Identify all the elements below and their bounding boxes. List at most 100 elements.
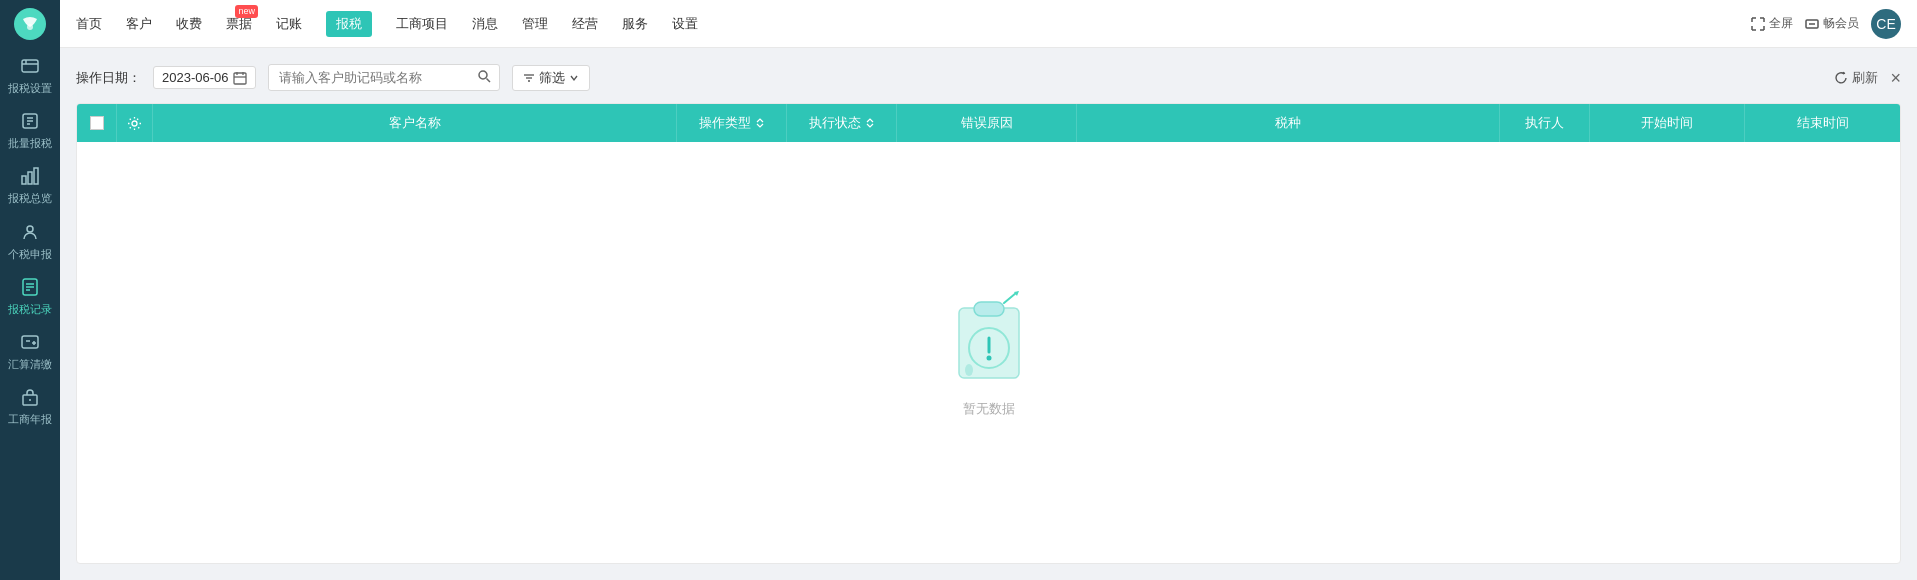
th-gear[interactable]: [117, 104, 153, 142]
svg-line-39: [1004, 293, 1016, 303]
header-checkbox[interactable]: [90, 116, 104, 130]
svg-point-0: [27, 24, 33, 30]
sidebar-item-geshui-shenbao[interactable]: 个税申报: [0, 214, 60, 269]
sidebar-item-label: 报税记录: [8, 303, 52, 316]
gear-icon: [127, 116, 142, 131]
svg-point-33: [132, 121, 137, 126]
sidebar-item-baoshui-jilu[interactable]: 报税记录: [0, 269, 60, 324]
th-start-label: 开始时间: [1641, 114, 1693, 132]
baoshui-zonlan-icon: [20, 166, 40, 189]
nav-baoshui[interactable]: 报税: [326, 11, 372, 37]
th-end-label: 结束时间: [1797, 114, 1849, 132]
sort-icon-2: [865, 118, 875, 128]
fullscreen-button[interactable]: 全屏: [1751, 15, 1793, 32]
toolbar: 操作日期： 2023-06-06: [76, 64, 1901, 91]
refresh-button[interactable]: 刷新: [1834, 69, 1878, 87]
th-error-label: 错误原因: [961, 114, 1013, 132]
svg-rect-8: [22, 176, 26, 184]
sidebar-item-gongshang-nianbao[interactable]: 工商年报: [0, 379, 60, 434]
close-button[interactable]: ×: [1890, 69, 1901, 87]
sidebar-item-huisuan-jiaona[interactable]: 汇算清缴: [0, 324, 60, 379]
svg-rect-35: [974, 302, 1004, 316]
baoshui-shezhi-icon: [20, 56, 40, 79]
huisuan-jiaona-icon: [20, 332, 40, 355]
sidebar-item-baoshui-shezhi[interactable]: 报税设置: [0, 48, 60, 103]
logo-icon: [14, 8, 46, 40]
nav-gongshang[interactable]: 工商项目: [396, 11, 448, 37]
svg-rect-1: [22, 60, 38, 72]
nav-jingying[interactable]: 经营: [572, 11, 598, 37]
search-input[interactable]: [269, 66, 469, 89]
search-box: [268, 64, 500, 91]
table-body: 暂无数据: [77, 142, 1900, 563]
nav-shoufe[interactable]: 收费: [176, 11, 202, 37]
svg-rect-24: [234, 73, 246, 84]
sidebar-item-piliang-baoshui[interactable]: 批量报税: [0, 103, 60, 158]
th-end-time: 结束时间: [1745, 104, 1900, 142]
nav-fuwu[interactable]: 服务: [622, 11, 648, 37]
nav-guanli[interactable]: 管理: [522, 11, 548, 37]
nav-shezhi[interactable]: 设置: [672, 11, 698, 37]
nav-jizhang[interactable]: 记账: [276, 11, 302, 37]
top-navigation: 首页 客户 收费 票据 new 记账 报税 工商项目 消息 管理 经营 服务 设…: [60, 0, 1917, 48]
nav-xiaox[interactable]: 消息: [472, 11, 498, 37]
baoshui-jilu-icon: [20, 277, 40, 300]
gongshang-nianbao-icon: [20, 387, 40, 410]
th-executor-label: 执行人: [1525, 114, 1564, 132]
sidebar-item-baoshui-zonlan[interactable]: 报税总览: [0, 158, 60, 213]
filter-label: 筛选: [539, 69, 565, 87]
sidebar-item-label: 个税申报: [8, 248, 52, 261]
refresh-icon: [1834, 71, 1848, 85]
nav-piao[interactable]: 票据 new: [226, 11, 252, 37]
geshui-shenbao-icon: [20, 222, 40, 245]
refresh-label: 刷新: [1852, 69, 1878, 87]
member-label: 畅会员: [1823, 15, 1859, 32]
user-avatar[interactable]: CE: [1871, 9, 1901, 39]
th-type-label: 操作类型: [699, 114, 751, 132]
th-tax-label: 税种: [1275, 114, 1301, 132]
data-table: 客户名称 操作类型 执行状态 错误原因: [76, 103, 1901, 564]
date-label: 操作日期：: [76, 69, 141, 87]
sidebar-item-label: 报税总览: [8, 192, 52, 205]
search-button[interactable]: [469, 65, 499, 90]
filter-icon: [523, 72, 535, 84]
sidebar-item-label: 汇算清缴: [8, 358, 52, 371]
svg-point-41: [965, 364, 973, 376]
member-button[interactable]: 畅会员: [1805, 15, 1859, 32]
th-tax-type: 税种: [1077, 104, 1500, 142]
main-content: 操作日期： 2023-06-06: [60, 48, 1917, 580]
svg-rect-10: [34, 168, 38, 184]
new-badge: new: [235, 5, 258, 19]
th-checkbox[interactable]: [77, 104, 117, 142]
table-header: 客户名称 操作类型 执行状态 错误原因: [77, 104, 1900, 142]
svg-point-28: [479, 71, 487, 79]
date-value: 2023-06-06: [162, 70, 229, 85]
th-status-label: 执行状态: [809, 114, 861, 132]
svg-point-11: [27, 226, 33, 232]
th-client-name: 客户名称: [153, 104, 677, 142]
empty-illustration: [944, 288, 1034, 388]
sidebar-item-label: 工商年报: [8, 413, 52, 426]
main-area: 首页 客户 收费 票据 new 记账 报税 工商项目 消息 管理 经营 服务 设…: [60, 0, 1917, 580]
date-picker[interactable]: 2023-06-06: [153, 66, 256, 89]
sidebar-item-label: 报税设置: [8, 82, 52, 95]
empty-state: 暂无数据: [944, 288, 1034, 418]
sort-icon: [755, 118, 765, 128]
svg-rect-9: [28, 172, 32, 184]
nav-home[interactable]: 首页: [76, 11, 102, 37]
nav-kehu[interactable]: 客户: [126, 11, 152, 37]
chevron-down-icon: [569, 73, 579, 83]
search-icon: [477, 69, 491, 83]
calendar-icon: [233, 71, 247, 85]
th-operation-type[interactable]: 操作类型: [677, 104, 787, 142]
filter-button[interactable]: 筛选: [512, 65, 590, 91]
th-error-reason: 错误原因: [897, 104, 1077, 142]
th-executor: 执行人: [1500, 104, 1590, 142]
sidebar-logo: [0, 0, 60, 48]
th-client-label: 客户名称: [389, 114, 441, 132]
th-execution-status[interactable]: 执行状态: [787, 104, 897, 142]
piliang-baoshui-icon: [20, 111, 40, 134]
th-start-time: 开始时间: [1590, 104, 1745, 142]
nav-items: 首页 客户 收费 票据 new 记账 报税 工商项目 消息 管理 经营 服务 设…: [76, 11, 1751, 37]
sidebar-item-label: 批量报税: [8, 137, 52, 150]
